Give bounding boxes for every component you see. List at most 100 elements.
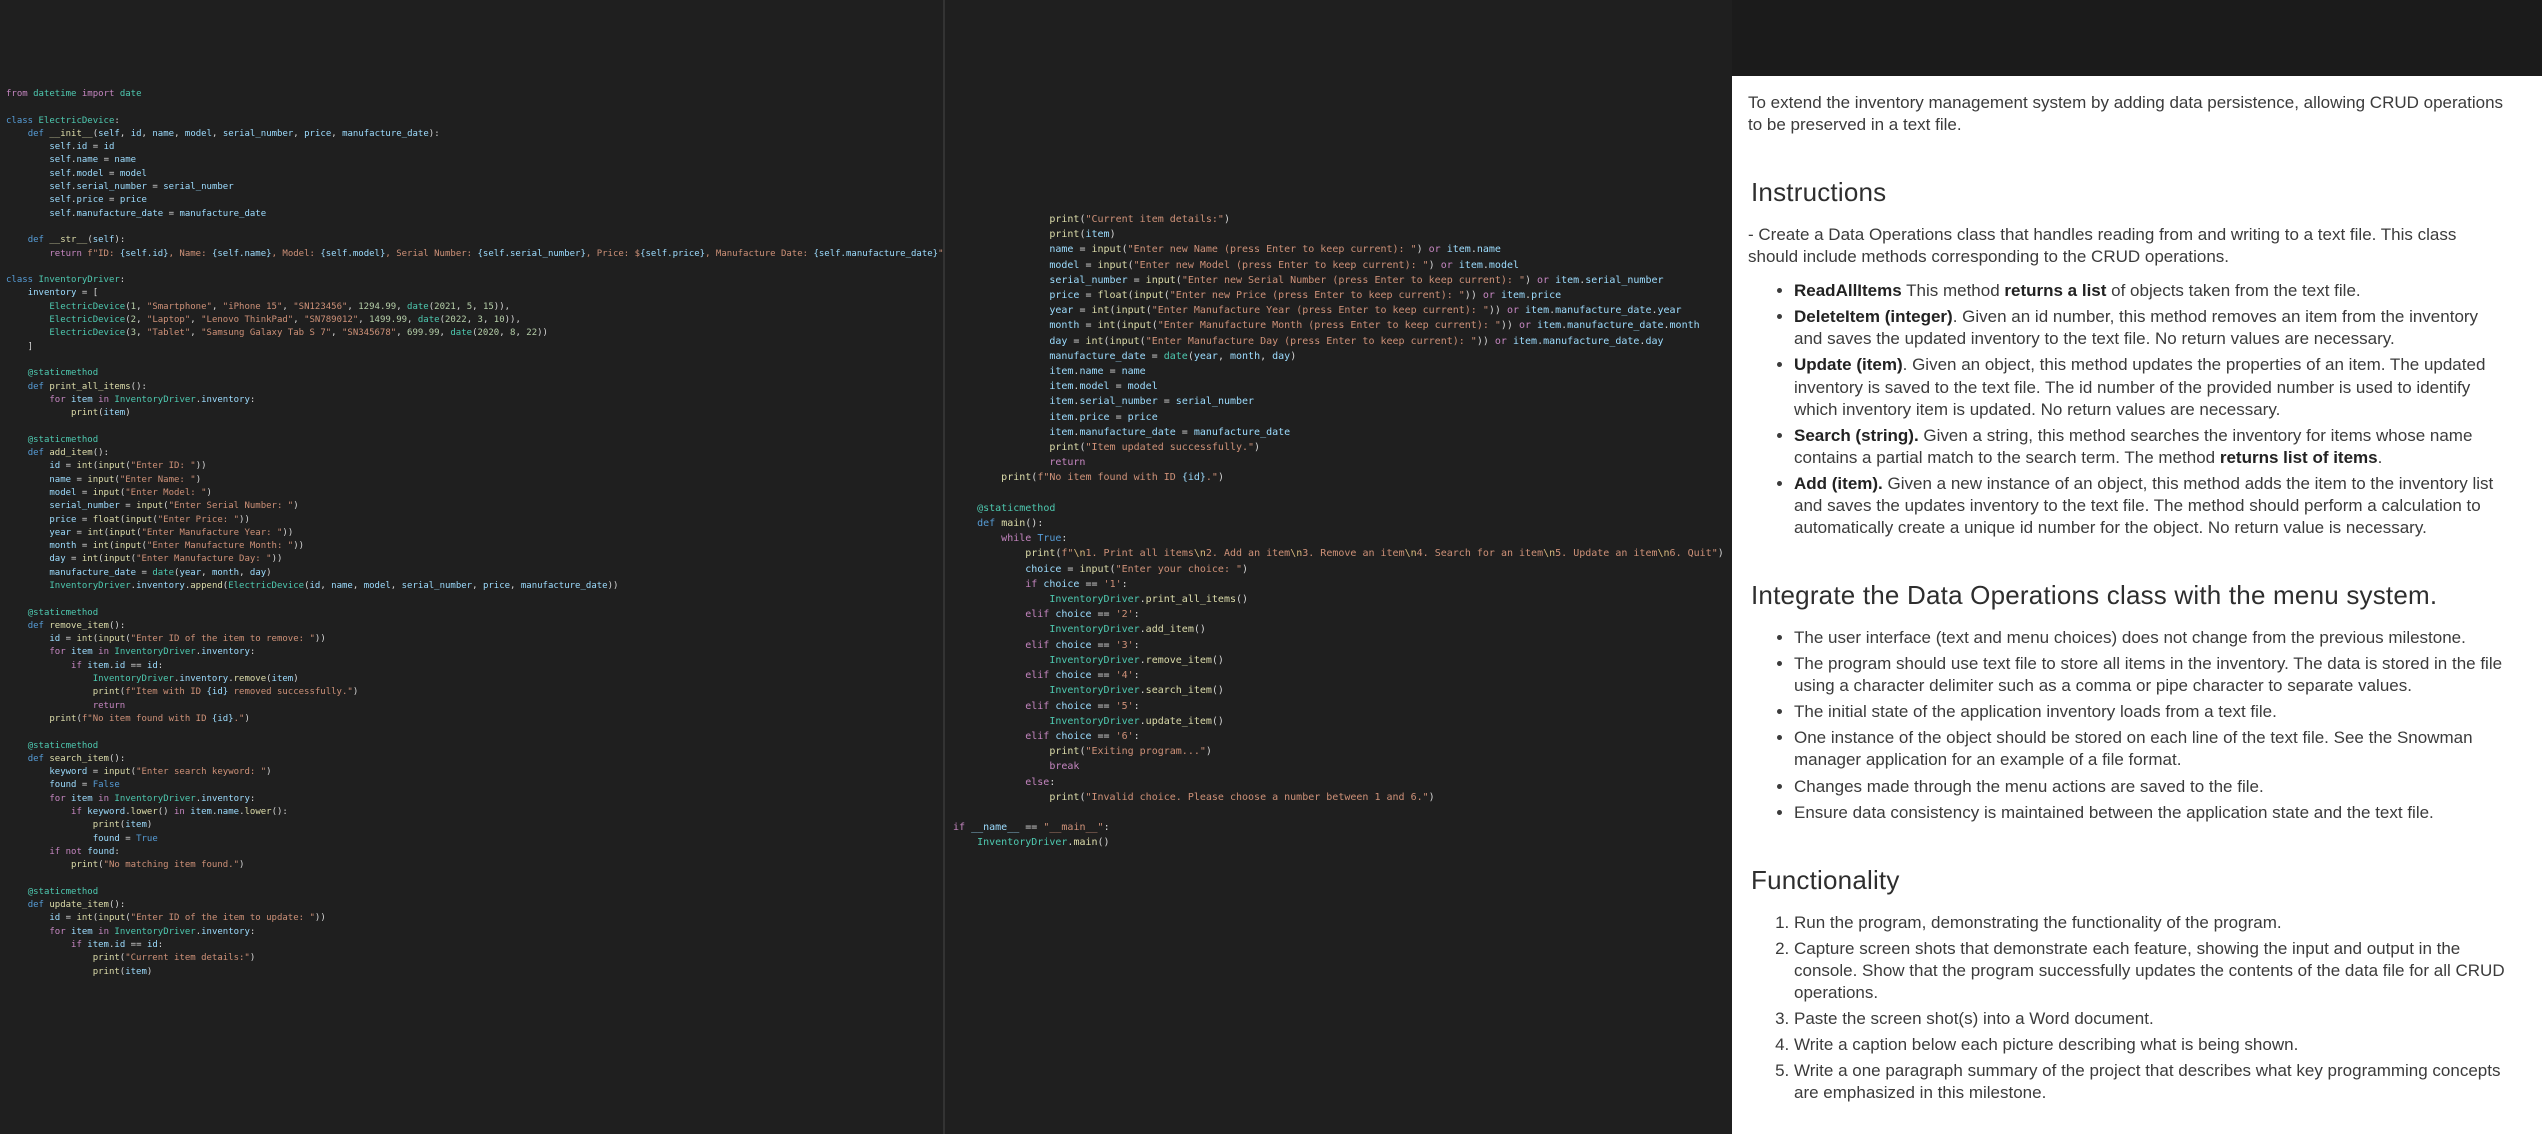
code-line: return f"ID: {self.id}, Name: {self.name… [49,248,943,259]
code-line: inventory = [ [27,288,99,299]
code-line: for item in InventoryDriver.inventory: [49,793,256,804]
section-heading: Instructions [1751,177,1887,208]
list-item: One instance of the object should be sto… [1794,727,2508,771]
code-line: manufacture_date = date(year, month, day… [1049,350,1297,362]
code-line: InventoryDriver.inventory.append(Electri… [49,580,619,591]
code-line: year = int(input("Enter Manufacture Year… [1049,305,1682,317]
code-line: print(f"No item found with ID {id}.") [1001,472,1224,484]
section-heading: Integrate the Data Operations class with… [1751,580,2438,611]
code-line: month = int(input("Enter Manufacture Mon… [49,541,305,552]
code-line: for item in InventoryDriver.inventory: [49,926,256,937]
code-line: @staticmethod [27,368,99,379]
code-line: ElectricDevice(1, "Smartphone", "iPhone … [49,301,511,312]
numbered-list: Run the program, demonstrating the funct… [1748,912,2508,1105]
code-line: for item in InventoryDriver.inventory: [49,647,256,658]
code-line: from datetime import date [6,89,142,99]
code-line: InventoryDriver.print_all_items() [1049,594,1249,606]
code-line: else: [1025,776,1056,788]
list-item-text: Paste the screen shot(s) into a Word doc… [1794,1008,2154,1028]
code-line: name = input("Enter new Name (press Ente… [1049,244,1501,256]
code-line: day = int(input("Enter Manufacture Day (… [1049,335,1664,347]
bullet-list: ReadAllItems This method returns a list … [1748,280,2508,539]
code-line: self.id = id [49,142,115,153]
document-intro: To extend the inventory management syste… [1748,93,2504,135]
code-line: print("Current item details:") [92,953,256,964]
list-item-text: One instance of the object should be sto… [1794,728,2473,770]
code-line: serial_number = input("Enter new Serial … [1049,274,1664,286]
code-content-left: from datetime import date class Electric… [0,0,943,979]
list-item: Ensure data consistency is maintained be… [1794,802,2508,824]
code-line: found = False [49,780,120,791]
code-line: print(f"\n1. Print all items\n2. Add an … [1025,548,1724,560]
code-line: choice = input("Enter your choice: ") [1025,563,1249,575]
list-item-bold-text: Update (item) [1794,355,1903,375]
code-line: price = float(input("Enter Price: ")) [49,514,250,525]
document-panel: To extend the inventory management syste… [1732,0,2542,1134]
code-line: item.serial_number = serial_number [1049,396,1255,408]
code-line: elif choice == '6': [1025,730,1140,742]
code-line: InventoryDriver.search_item() [1049,685,1224,697]
code-line: print(item) [1049,229,1116,241]
list-item-text: This method [1901,281,2005,301]
list-item: The user interface (text and menu choice… [1794,627,2508,649]
code-line: if item.id == id: [71,660,164,671]
code-line: if choice == '1': [1025,578,1128,590]
list-item: Paste the screen shot(s) into a Word doc… [1794,1008,2508,1030]
code-editor-left[interactable]: from datetime import date class Electric… [0,0,943,1134]
code-line: self.serial_number = serial_number [49,182,234,193]
code-line: for item in InventoryDriver.inventory: [49,394,256,405]
code-content-right: print("Current item details:") print(ite… [945,0,1732,851]
list-item: Search (string). Given a string, this me… [1794,425,2508,469]
code-line: def add_item(): [27,448,109,459]
code-line: manufacture_date = date(year, month, day… [49,567,272,578]
code-line: @staticmethod [27,434,99,445]
list-item: Run the program, demonstrating the funct… [1794,912,2508,934]
list-item-bold-text: returns a list [2004,281,2107,301]
code-line: ] [6,341,34,352]
list-item: Write a one paragraph summary of the pro… [1794,1060,2508,1104]
code-line: price = float(input("Enter new Price (pr… [1049,290,1562,302]
code-line: return [92,700,126,711]
code-line: elif choice == '4': [1025,670,1140,682]
code-line: month = int(input("Enter Manufacture Mon… [1049,320,1700,332]
code-line: def __str__(self): [27,235,126,246]
document-sections: Instructions - Create a Data Operations c… [1748,176,2508,1104]
code-line: print("Current item details:") [1049,214,1230,225]
code-line: def update_item(): [27,900,126,911]
list-item-text: Write a one paragraph summary of the pro… [1794,1061,2501,1103]
list-item-text: . [2377,447,2383,467]
list-item: Update (item). Given an object, this met… [1794,354,2508,420]
section-heading: Functionality [1751,864,1900,895]
code-line: print(item) [92,966,153,977]
code-line: elif choice == '3': [1025,639,1140,651]
list-item-text: Capture screen shots that demonstrate ea… [1794,938,2505,1002]
list-item-bold-text: Add (item). [1794,473,1883,493]
list-item: Changes made through the menu actions ar… [1794,776,2508,798]
code-line: day = int(input("Enter Manufacture Day: … [49,554,283,565]
list-item-bold-text: ReadAllItems [1794,281,1902,301]
code-line: print(f"Item with ID {id} removed succes… [92,687,359,698]
code-line: def remove_item(): [27,620,126,631]
code-line: print("Item updated successfully.") [1049,442,1261,454]
code-line: InventoryDriver.add_item() [1049,624,1206,636]
list-item-text: Changes made through the menu actions ar… [1794,776,2264,796]
list-item: ReadAllItems This method returns a list … [1794,280,2508,302]
code-line: while True: [1001,533,1068,545]
document-topbar [1732,0,2542,76]
code-line: def search_item(): [27,753,126,764]
list-item-bold-text: returns list of items [2219,447,2378,467]
list-item-text: Write a caption below each picture descr… [1794,1035,2299,1055]
list-item-bold-text: DeleteItem (integer) [1794,307,1953,327]
list-item-bold-text: Search (string). [1794,425,1919,445]
code-line: item.model = model [1049,381,1158,393]
code-line: @staticmethod [27,740,99,751]
code-line: year = int(input("Enter Manufacture Year… [49,527,294,538]
code-line: if not found: [49,846,120,857]
document-page[interactable]: To extend the inventory management syste… [1732,76,2542,1134]
code-editor-right[interactable]: print("Current item details:") print(ite… [945,0,1732,1134]
code-line: elif choice == '2': [1025,609,1140,621]
